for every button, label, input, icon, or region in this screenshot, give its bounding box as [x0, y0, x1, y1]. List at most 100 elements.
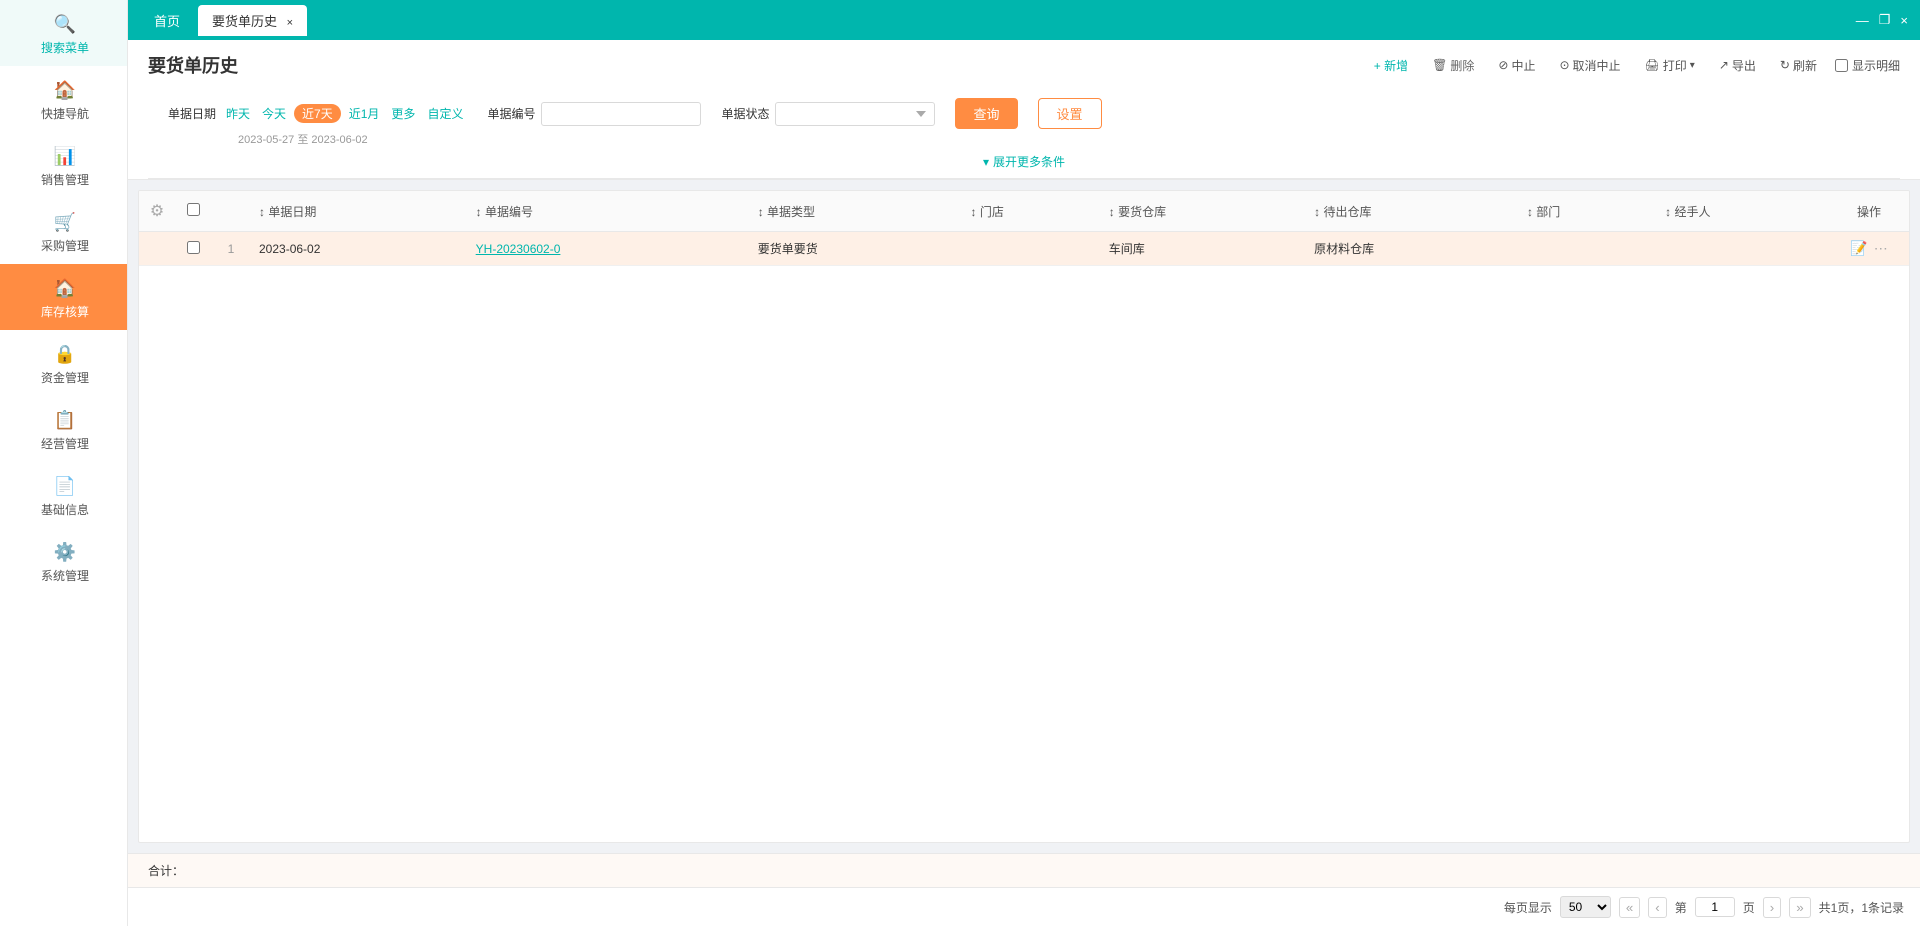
filter-row: 单据日期 昨天 今天 近7天 近1月 更多 自定义 单据编号: [168, 98, 1880, 129]
add-button[interactable]: + 新增: [1368, 53, 1414, 78]
sidebar-item-system-mgmt[interactable]: ⚙️ 系统管理: [0, 528, 127, 594]
table-container: ⚙ ↕ 单据日期 ↕ 单据编号: [138, 190, 1910, 843]
content-area: 要货单历史 + 新增 🗑 删除 ⊘ 中止 ⊙ 取消中止: [128, 40, 1920, 926]
chevron-down-icon: ▾: [983, 155, 989, 169]
sidebar-item-operations-mgmt[interactable]: 📋 经营管理: [0, 396, 127, 462]
row-doc-type: 要货单要货: [750, 232, 963, 266]
sidebar-item-finance-mgmt[interactable]: 🔒 资金管理: [0, 330, 127, 396]
quick-nav-icon: 🏠: [54, 80, 76, 101]
date-filter-group: 单据日期 昨天 今天 近7天 近1月 更多 自定义: [168, 104, 467, 123]
basic-info-icon: 📄: [54, 476, 76, 497]
doc-number-input[interactable]: [541, 102, 701, 126]
col-checkbox: [175, 191, 211, 232]
system-mgmt-icon: ⚙️: [54, 542, 76, 563]
delete-button[interactable]: 🗑 删除: [1426, 53, 1480, 78]
col-pending-warehouse: ↕ 待出仓库: [1306, 191, 1519, 232]
table-settings-icon[interactable]: ⚙: [150, 203, 164, 220]
shortcut-7days[interactable]: 近7天: [294, 104, 341, 123]
tab-close-icon[interactable]: ×: [287, 17, 293, 29]
sidebar-item-quick-nav[interactable]: 🏠 快捷导航: [0, 66, 127, 132]
doc-status-select[interactable]: [775, 102, 935, 126]
row-doc-date: 2023-06-02: [251, 232, 468, 266]
requisition-table: ⚙ ↕ 单据日期 ↕ 单据编号: [139, 191, 1909, 266]
tab-home[interactable]: 首页: [140, 5, 194, 36]
refresh-button[interactable]: ↻ 刷新: [1774, 53, 1823, 78]
table-footer: 合计：: [128, 853, 1920, 887]
shortcut-more[interactable]: 更多: [387, 104, 419, 123]
row-more-icon[interactable]: ⋯: [1874, 240, 1888, 257]
row-action: 📝 ⋯: [1829, 232, 1909, 266]
col-doc-number: ↕ 单据编号: [468, 191, 750, 232]
finance-mgmt-icon: 🔒: [54, 344, 76, 365]
stop-button[interactable]: ⊘ 中止: [1492, 53, 1541, 78]
query-button[interactable]: 查询: [955, 98, 1017, 129]
sidebar: 🔍 搜索菜单 🏠 快捷导航 📊 销售管理 🛒 采购管理 🏠 库存核算 🔒 资金管…: [0, 0, 128, 926]
shortcut-custom[interactable]: 自定义: [423, 104, 467, 123]
tab-requisition-history[interactable]: 要货单历史 ×: [198, 5, 307, 36]
sidebar-item-sales-mgmt[interactable]: 📊 销售管理: [0, 132, 127, 198]
row-req-warehouse: 车间库: [1101, 232, 1306, 266]
sidebar-item-basic-info[interactable]: 📄 基础信息: [0, 462, 127, 528]
next-page-button[interactable]: ›: [1763, 897, 1781, 918]
page-input[interactable]: [1695, 897, 1735, 917]
export-icon: ↗: [1719, 58, 1729, 72]
display-detail-input[interactable]: [1835, 59, 1848, 72]
cancel-stop-icon: ⊙: [1559, 58, 1569, 72]
topbar-right-controls: — ❐ ×: [1856, 12, 1908, 28]
setting-button[interactable]: 设置: [1038, 98, 1102, 129]
display-detail-checkbox[interactable]: 显示明细: [1835, 57, 1900, 74]
sidebar-item-purchase-mgmt[interactable]: 🛒 采购管理: [0, 198, 127, 264]
search-menu-icon: 🔍: [54, 14, 76, 35]
topbar: 首页 要货单历史 × — ❐ ×: [128, 0, 1920, 40]
col-num: [211, 191, 251, 232]
inventory-icon: 🏠: [54, 278, 76, 299]
col-settings: ⚙: [139, 191, 175, 232]
row-checkbox[interactable]: [175, 232, 211, 266]
operations-mgmt-icon: 📋: [54, 410, 76, 431]
delete-icon: 🗑: [1432, 58, 1447, 72]
row-edit-icon[interactable]: 📝: [1850, 240, 1867, 257]
sidebar-item-inventory[interactable]: 🏠 库存核算: [0, 264, 127, 330]
print-button[interactable]: 🖨 打印 ▾: [1639, 53, 1701, 78]
prev-page-button[interactable]: ‹: [1648, 897, 1666, 918]
doc-number-label: 单据编号: [487, 105, 535, 122]
last-page-button[interactable]: »: [1789, 897, 1810, 918]
window-restore-button[interactable]: ❐: [1879, 12, 1891, 28]
select-all-checkbox[interactable]: [187, 203, 200, 216]
shortcut-today[interactable]: 今天: [258, 104, 290, 123]
expand-more-button[interactable]: ▾ 展开更多条件: [168, 153, 1880, 170]
purchase-mgmt-icon: 🛒: [54, 212, 76, 233]
first-page-button[interactable]: «: [1619, 897, 1640, 918]
row-department: [1519, 232, 1657, 266]
date-filter-label: 单据日期: [168, 105, 216, 122]
row-store: [963, 232, 1101, 266]
print-dropdown-icon: ▾: [1690, 60, 1695, 71]
row-num: 1: [211, 232, 251, 266]
window-minimize-button[interactable]: —: [1856, 13, 1869, 28]
row-handler: [1657, 232, 1829, 266]
col-handler: ↕ 经手人: [1657, 191, 1829, 232]
doc-status-filter-group: 单据状态: [721, 102, 935, 126]
sidebar-item-search-menu[interactable]: 🔍 搜索菜单: [0, 0, 127, 66]
shortcut-yesterday[interactable]: 昨天: [222, 104, 254, 123]
window-close-button[interactable]: ×: [1900, 13, 1908, 28]
export-button[interactable]: ↗ 导出: [1713, 53, 1762, 78]
pagination: 每页显示 50 10 20 100 « ‹ 第 页 › » 共1页，1条记录: [128, 887, 1920, 926]
date-shortcuts: 昨天 今天 近7天 近1月 更多 自定义: [222, 104, 467, 123]
page-title-row: 要货单历史 + 新增 🗑 删除 ⊘ 中止 ⊙ 取消中止: [148, 52, 1900, 78]
total-info: 共1页，1条记录: [1819, 899, 1904, 916]
row-pending-warehouse: 原材料仓库: [1306, 232, 1519, 266]
row-doc-number[interactable]: YH-20230602-0: [468, 232, 750, 266]
col-action: 操作: [1829, 191, 1909, 232]
stop-icon: ⊘: [1498, 58, 1508, 72]
page-title: 要货单历史: [148, 52, 238, 78]
date-range-display: 2023-05-27 至 2023-06-02: [238, 134, 368, 146]
table-body: 1 2023-06-02 YH-20230602-0 要货单要货 车间库 原材料…: [139, 232, 1909, 266]
cancel-stop-button[interactable]: ⊙ 取消中止: [1553, 53, 1626, 78]
per-page-select[interactable]: 50 10 20 100: [1560, 896, 1611, 918]
filter-area: 单据日期 昨天 今天 近7天 近1月 更多 自定义 单据编号: [148, 88, 1900, 179]
print-icon: 🖨: [1645, 58, 1660, 72]
col-doc-date: ↕ 单据日期: [251, 191, 468, 232]
shortcut-1month[interactable]: 近1月: [345, 104, 384, 123]
col-store: ↕ 门店: [963, 191, 1101, 232]
